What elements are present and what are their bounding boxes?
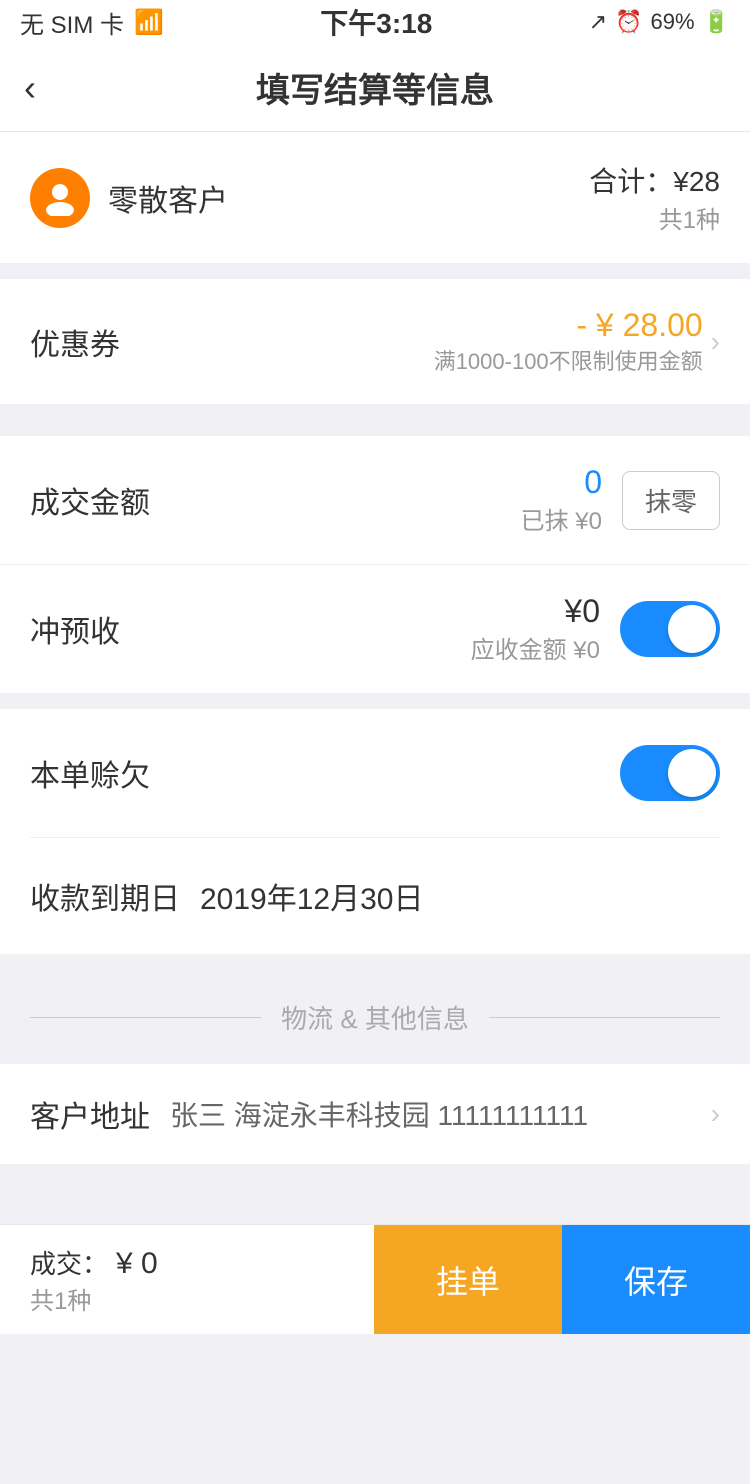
nav-bar: ‹ 填写结算等信息 bbox=[0, 44, 750, 132]
debit-row: 本单赊欠 bbox=[30, 709, 720, 838]
avatar bbox=[30, 168, 90, 228]
advance-sub: 应收金额 ¥0 bbox=[471, 630, 600, 665]
pending-button[interactable]: 挂单 bbox=[374, 1225, 562, 1334]
chevron-address-icon: › bbox=[711, 1098, 720, 1130]
battery-icon: 🔋 bbox=[703, 9, 730, 35]
wifi-icon: 📶 bbox=[134, 8, 164, 37]
back-button[interactable]: ‹ bbox=[24, 67, 36, 109]
bottom-bar: 成交： ¥ 0 共1种 挂单 保存 bbox=[0, 1224, 750, 1334]
transaction-right: 0 已抹 ¥0 抹零 bbox=[521, 464, 720, 536]
transaction-label: 成交金额 bbox=[30, 478, 150, 522]
debit-label: 本单赊欠 bbox=[30, 751, 150, 795]
logistics-header: 物流 & 其他信息 bbox=[0, 971, 750, 1064]
advance-right-col: ¥0 应收金额 ¥0 bbox=[471, 593, 600, 665]
bottom-transaction-label: 成交： bbox=[30, 1244, 108, 1281]
coupon-row[interactable]: 优惠券 - ¥ 28.00 满1000-100不限制使用金额 › bbox=[0, 279, 750, 404]
status-right: ↗ ⏰ 69% 🔋 bbox=[589, 9, 730, 35]
coupon-right: - ¥ 28.00 满1000-100不限制使用金额 › bbox=[434, 307, 720, 376]
section-sep-3 bbox=[0, 955, 750, 971]
address-row[interactable]: 客户地址 张三 海淀永丰科技园 11111111111 › bbox=[0, 1064, 750, 1164]
customer-card: 零散客户 合计：¥28 共1种 bbox=[0, 132, 750, 263]
transaction-row: 成交金额 0 已抹 ¥0 抹零 bbox=[0, 436, 750, 565]
logistics-line-right bbox=[489, 1017, 720, 1018]
page-title: 填写结算等信息 bbox=[256, 63, 494, 112]
alarm-icon: ⏰ bbox=[615, 9, 642, 35]
status-left: 无 SIM 卡 📶 bbox=[20, 5, 164, 40]
debit-toggle[interactable] bbox=[620, 745, 720, 801]
customer-total: 合计：¥28 bbox=[589, 160, 720, 200]
carrier-text: 无 SIM 卡 bbox=[20, 5, 124, 40]
location-icon: ↗ bbox=[589, 9, 607, 35]
status-time: 下午3:18 bbox=[320, 2, 432, 42]
logistics-line-left bbox=[30, 1017, 261, 1018]
round-button[interactable]: 抹零 bbox=[622, 471, 720, 530]
transaction-value[interactable]: 0 bbox=[521, 464, 602, 501]
debit-card: 本单赊欠 bbox=[0, 709, 750, 838]
transaction-right-col: 0 已抹 ¥0 bbox=[521, 464, 602, 536]
address-label: 客户地址 bbox=[30, 1092, 150, 1136]
coupon-card[interactable]: 优惠券 - ¥ 28.00 满1000-100不限制使用金额 › bbox=[0, 279, 750, 404]
coupon-amount: - ¥ 28.00 bbox=[434, 307, 703, 344]
customer-left: 零散客户 bbox=[30, 168, 228, 228]
advance-row: 冲预收 ¥0 应收金额 ¥0 bbox=[0, 565, 750, 693]
transaction-sub: 已抹 ¥0 bbox=[521, 501, 602, 536]
coupon-label: 优惠券 bbox=[30, 320, 120, 364]
section-sep-1 bbox=[0, 420, 750, 436]
advance-right: ¥0 应收金额 ¥0 bbox=[471, 593, 720, 665]
logistics-text: 物流 & 其他信息 bbox=[261, 999, 489, 1036]
status-bar: 无 SIM 卡 📶 下午3:18 ↗ ⏰ 69% 🔋 bbox=[0, 0, 750, 44]
due-row: 收款到期日 2019年12月30日 bbox=[0, 838, 750, 955]
bottom-count: 共1种 bbox=[30, 1281, 374, 1316]
due-date-value: 2019年12月30日 bbox=[200, 874, 423, 918]
bottom-info: 成交： ¥ 0 共1种 bbox=[0, 1225, 374, 1334]
bottom-amount: ¥ 0 bbox=[116, 1247, 158, 1281]
advance-value: ¥0 bbox=[471, 593, 600, 630]
customer-right: 合计：¥28 共1种 bbox=[589, 160, 720, 235]
customer-name: 零散客户 bbox=[108, 176, 228, 220]
chevron-right-icon: › bbox=[711, 326, 720, 358]
customer-count: 共1种 bbox=[589, 200, 720, 235]
save-button[interactable]: 保存 bbox=[562, 1225, 750, 1334]
due-date-label: 收款到期日 bbox=[30, 874, 180, 918]
advance-toggle[interactable] bbox=[620, 601, 720, 657]
section-sep-2 bbox=[0, 693, 750, 709]
battery-text: 69% bbox=[651, 9, 695, 35]
advance-label: 冲预收 bbox=[30, 607, 120, 651]
coupon-desc: 满1000-100不限制使用金额 bbox=[434, 344, 703, 376]
form-card: 成交金额 0 已抹 ¥0 抹零 冲预收 ¥0 应收金额 ¥0 bbox=[0, 436, 750, 693]
customer-row: 零散客户 合计：¥28 共1种 bbox=[0, 132, 750, 263]
address-value: 张三 海淀永丰科技园 11111111111 bbox=[170, 1094, 711, 1134]
coupon-right-inner: - ¥ 28.00 满1000-100不限制使用金额 bbox=[434, 307, 703, 376]
